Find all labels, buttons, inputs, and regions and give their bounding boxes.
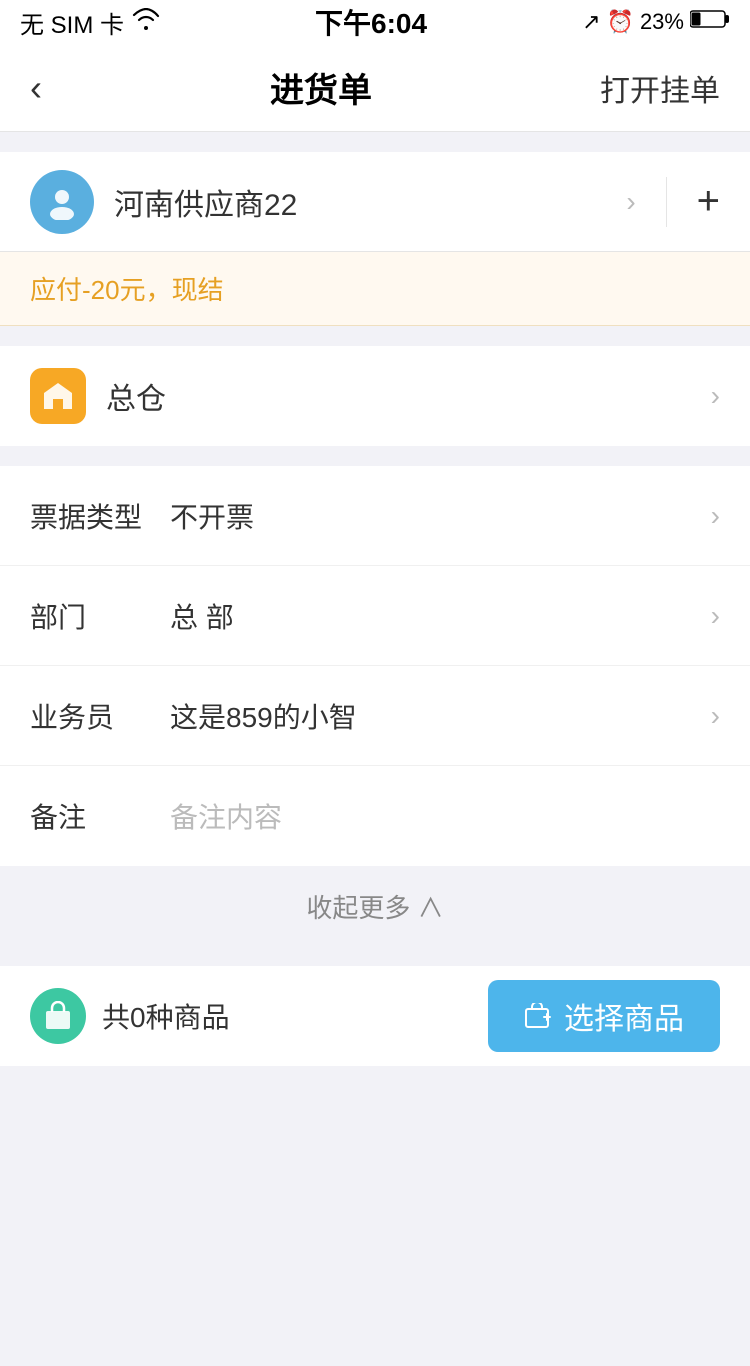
invoice-type-value: 不开票 [170, 496, 711, 536]
select-product-button[interactable]: 选择商品 [488, 980, 720, 1052]
invoice-type-row[interactable]: 票据类型 不开票 › [0, 466, 750, 566]
remark-input[interactable]: 备注内容 [170, 796, 720, 836]
status-left: 无 SIM 卡 [20, 5, 160, 40]
back-button[interactable]: ‹ [30, 67, 42, 109]
supplier-avatar [30, 170, 94, 234]
open-pending-button[interactable]: 打开挂单 [600, 66, 720, 110]
collapse-row[interactable]: 收起更多 ∧ [0, 866, 750, 946]
status-time: 下午6:04 [315, 2, 427, 42]
department-value: 总 部 [170, 596, 711, 636]
product-icon [30, 988, 86, 1044]
status-bar: 无 SIM 卡 下午6:04 ↗ ⏰ 23% [0, 0, 750, 44]
warehouse-icon [30, 368, 86, 424]
department-chevron-icon: › [711, 600, 720, 632]
nav-bar: ‹ 进货单 打开挂单 [0, 44, 750, 132]
battery-level: 23% [640, 9, 684, 35]
supplier-name: 河南供应商22 [114, 180, 626, 224]
form-section: 票据类型 不开票 › 部门 总 部 › 业务员 这是859的小智 › 备注 备注… [0, 466, 750, 866]
warehouse-row[interactable]: 总仓 › [0, 346, 750, 446]
invoice-type-chevron-icon: › [711, 500, 720, 532]
salesperson-row[interactable]: 业务员 这是859的小智 › [0, 666, 750, 766]
salesperson-value: 这是859的小智 [170, 696, 711, 736]
warehouse-name: 总仓 [106, 374, 711, 418]
department-row[interactable]: 部门 总 部 › [0, 566, 750, 666]
warehouse-chevron-icon: › [711, 380, 720, 412]
salesperson-chevron-icon: › [711, 700, 720, 732]
section-gap-1 [0, 132, 750, 152]
supplier-row[interactable]: 河南供应商22 › + [0, 152, 750, 252]
location-icon: ↗ [582, 9, 600, 35]
notice-text: 应付-20元，现结 [30, 275, 224, 305]
add-supplier-button[interactable]: + [697, 179, 720, 224]
remark-row[interactable]: 备注 备注内容 [0, 766, 750, 866]
supplier-chevron-icon: › [626, 186, 635, 218]
battery-icon [690, 9, 730, 35]
product-count: 共0种商品 [102, 996, 488, 1036]
salesperson-label: 业务员 [30, 696, 150, 736]
remark-label: 备注 [30, 796, 150, 836]
bottom-area [0, 1066, 750, 1366]
notice-row: 应付-20元，现结 [0, 252, 750, 326]
wifi-icon [132, 8, 160, 37]
supplier-divider [666, 177, 667, 227]
sim-status: 无 SIM 卡 [20, 5, 124, 40]
collapse-label: 收起更多 ∧ [306, 888, 443, 925]
alarm-icon: ⏰ [607, 9, 634, 35]
invoice-type-label: 票据类型 [30, 496, 150, 536]
bottom-bar: 共0种商品 选择商品 [0, 966, 750, 1066]
department-label: 部门 [30, 596, 150, 636]
page-title: 进货单 [270, 63, 372, 112]
select-product-label: 选择商品 [564, 994, 684, 1038]
status-right: ↗ ⏰ 23% [582, 9, 730, 35]
